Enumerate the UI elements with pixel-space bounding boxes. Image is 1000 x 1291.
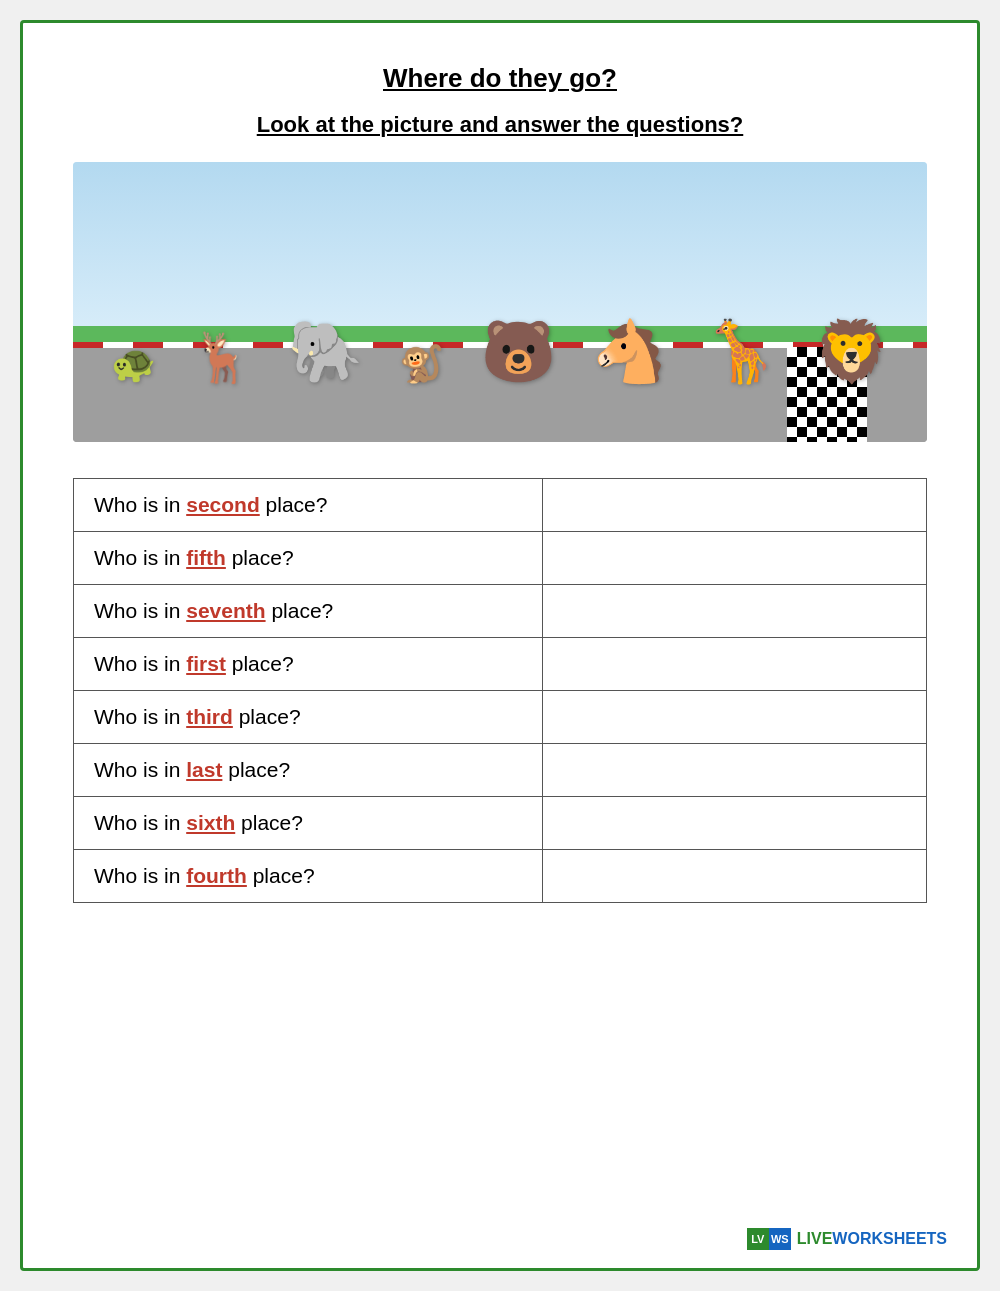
- logo-box-green: LV: [747, 1228, 769, 1250]
- branding-logo: LV WS: [747, 1228, 791, 1250]
- question-cell-2: Who is in seventh place?: [74, 585, 543, 638]
- answer-cell-2[interactable]: [543, 585, 927, 638]
- page-title: Where do they go?: [73, 63, 927, 94]
- table-row: Who is in third place?: [74, 691, 927, 744]
- question-cell-7: Who is in fourth place?: [74, 850, 543, 903]
- monkey-animal: 🐒: [399, 346, 444, 382]
- questions-table: Who is in second place?Who is in fifth p…: [73, 478, 927, 903]
- page-subtitle: Look at the picture and answer the quest…: [73, 112, 927, 138]
- table-row: Who is in sixth place?: [74, 797, 927, 850]
- question-cell-0: Who is in second place?: [74, 479, 543, 532]
- question-cell-5: Who is in last place?: [74, 744, 543, 797]
- table-row: Who is in fifth place?: [74, 532, 927, 585]
- ordinal-7: fourth: [186, 864, 247, 887]
- table-row: Who is in seventh place?: [74, 585, 927, 638]
- logo-box-blue: WS: [769, 1228, 791, 1250]
- ordinal-4: third: [186, 705, 233, 728]
- question-cell-6: Who is in sixth place?: [74, 797, 543, 850]
- table-row: Who is in second place?: [74, 479, 927, 532]
- answer-cell-7[interactable]: [543, 850, 927, 903]
- answer-cell-0[interactable]: [543, 479, 927, 532]
- giraffe-animal: 🦒: [703, 322, 778, 382]
- branding-text: LIVEWORKSHEETS: [797, 1230, 947, 1248]
- question-cell-3: Who is in first place?: [74, 638, 543, 691]
- race-image: 🐢 🦌 🐘 🐒 🐻 🐴 🦒 🦁: [73, 162, 927, 442]
- answer-cell-6[interactable]: [543, 797, 927, 850]
- animals-row: 🐢 🦌 🐘 🐒 🐻 🐴 🦒 🦁: [73, 322, 927, 382]
- horse-animal: 🐴: [592, 322, 667, 382]
- worksheet-page: Where do they go? Look at the picture an…: [20, 20, 980, 1271]
- elephant-animal: 🐘: [288, 322, 363, 382]
- deer-animal: 🦌: [192, 334, 252, 382]
- ordinal-5: last: [186, 758, 222, 781]
- ordinal-6: sixth: [186, 811, 235, 834]
- ordinal-0: second: [186, 493, 260, 516]
- table-row: Who is in last place?: [74, 744, 927, 797]
- table-row: Who is in first place?: [74, 638, 927, 691]
- ordinal-3: first: [186, 652, 226, 675]
- bear-animal: 🐻: [481, 322, 556, 382]
- worksheets-text: WORKSHEETS: [832, 1230, 947, 1247]
- liveworksheets-branding: LV WS LIVEWORKSHEETS: [747, 1228, 947, 1250]
- table-row: Who is in fourth place?: [74, 850, 927, 903]
- ordinal-2: seventh: [186, 599, 265, 622]
- answer-cell-4[interactable]: [543, 691, 927, 744]
- live-text: LIVE: [797, 1230, 833, 1247]
- answer-cell-3[interactable]: [543, 638, 927, 691]
- question-cell-4: Who is in third place?: [74, 691, 543, 744]
- answer-cell-5[interactable]: [543, 744, 927, 797]
- turtle-animal: 🐢: [111, 346, 156, 382]
- question-cell-1: Who is in fifth place?: [74, 532, 543, 585]
- answer-cell-1[interactable]: [543, 532, 927, 585]
- lion-animal: 🦁: [814, 322, 889, 382]
- sky-background: [73, 162, 927, 344]
- ordinal-1: fifth: [186, 546, 226, 569]
